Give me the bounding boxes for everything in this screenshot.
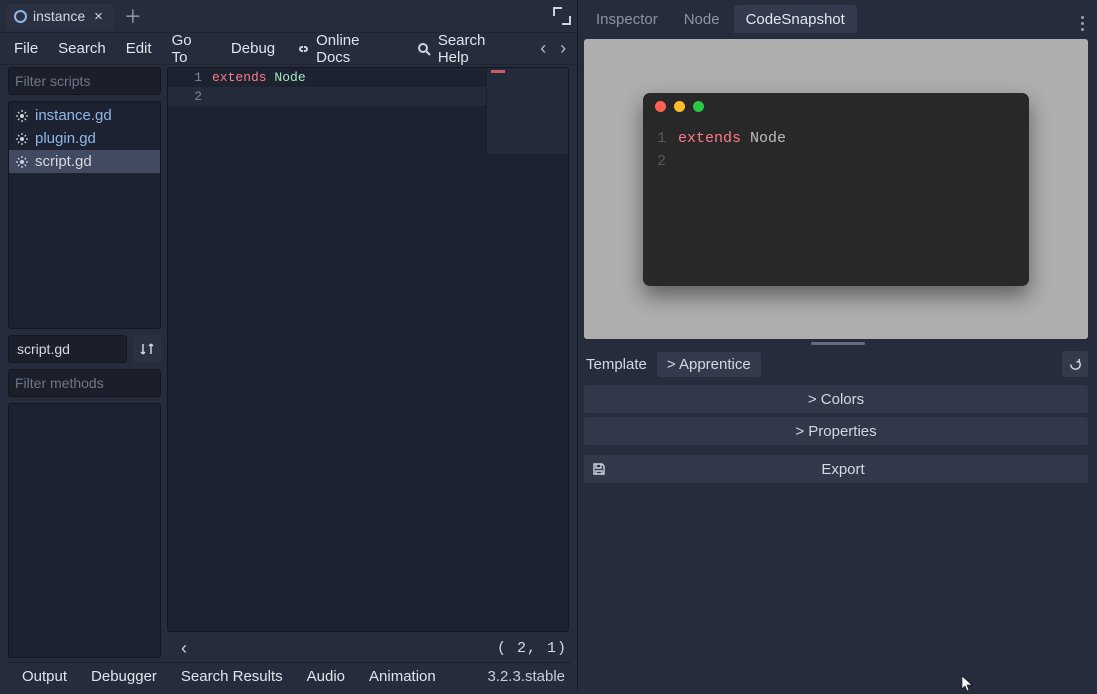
dock-tab[interactable]: CodeSnapshot [734, 5, 857, 33]
document-tab-label: instance [33, 8, 85, 24]
history-back-button[interactable]: ‹ [535, 38, 551, 60]
dock-tab[interactable]: Node [672, 5, 732, 33]
script-list-item[interactable]: script.gd [9, 150, 160, 173]
link-icon [295, 42, 311, 56]
preview-code-line: 2 [657, 150, 1015, 173]
history-forward-button[interactable]: › [555, 38, 571, 60]
new-tab-button[interactable]: ＋ [124, 3, 142, 29]
dock-menu-icon[interactable] [1073, 13, 1091, 33]
resize-handle[interactable] [578, 339, 1097, 347]
menu-debug[interactable]: Debug [223, 36, 283, 61]
template-reset-button[interactable] [1062, 351, 1088, 377]
version-label: 3.2.3.stable [487, 668, 565, 685]
line-number: 1 [168, 68, 212, 87]
bottom-panel-tab[interactable]: Debugger [81, 666, 167, 687]
template-label: Template [586, 356, 647, 373]
preview-code-line: 1extends Node [657, 127, 1015, 150]
fullscreen-icon[interactable] [553, 7, 571, 25]
script-name: plugin.gd [35, 130, 96, 147]
menu-search-help[interactable]: Search Help [409, 28, 528, 70]
line-number: 1 [657, 130, 666, 147]
colors-section[interactable]: > Colors [584, 385, 1088, 413]
sort-methods-button[interactable] [133, 335, 161, 363]
preview-window: 1extends Node 2 [643, 93, 1029, 286]
gear-icon [15, 132, 29, 146]
code-snapshot-preview: 1extends Node 2 [584, 39, 1088, 339]
script-list-item[interactable]: instance.gd [9, 104, 160, 127]
minimap[interactable] [486, 68, 568, 154]
save-icon [592, 462, 606, 476]
menu-online-docs[interactable]: Online Docs [287, 28, 405, 70]
bottom-panel-tab[interactable]: Output [12, 666, 77, 687]
chevron-left-icon[interactable]: ‹ [181, 638, 187, 659]
script-name: script.gd [35, 153, 92, 170]
template-select[interactable]: > Apprentice [657, 352, 761, 377]
line-number: 2 [657, 153, 666, 170]
bottom-panel-tab[interactable]: Audio [297, 666, 355, 687]
properties-section[interactable]: > Properties [584, 417, 1088, 445]
document-tab[interactable]: instance × [6, 4, 114, 29]
bottom-panel-tab[interactable]: Animation [359, 666, 446, 687]
script-sidebar: ⌕ instance.gd plugin.gd script.gd script.g… [0, 65, 165, 662]
menu-file[interactable]: File [6, 36, 46, 61]
export-button[interactable]: Export [584, 455, 1088, 483]
gear-icon [15, 109, 29, 123]
script-list-item[interactable]: plugin.gd [9, 127, 160, 150]
code-editor[interactable]: 1extends Node2 [167, 67, 569, 632]
menu-edit[interactable]: Edit [118, 36, 160, 61]
bottom-panel-tab[interactable]: Search Results [171, 666, 293, 687]
scene-icon [14, 10, 27, 23]
traffic-light-min-icon [674, 101, 685, 112]
filter-scripts-input[interactable]: ⌕ [8, 67, 161, 95]
preview-code: 1extends Node 2 [643, 121, 1029, 179]
script-menubar: File Search Edit Go To Debug Online Docs… [0, 33, 577, 65]
gear-icon [15, 155, 29, 169]
bottom-panel: OutputDebuggerSearch ResultsAudioAnimati… [6, 662, 571, 690]
dock-tabs: InspectorNodeCodeSnapshot [578, 0, 1097, 33]
help-icon [417, 42, 433, 56]
traffic-light-max-icon [693, 101, 704, 112]
menu-goto[interactable]: Go To [164, 28, 219, 70]
close-icon[interactable]: × [91, 8, 106, 25]
code-status-bar: ‹ ( 2, 1) [165, 634, 577, 662]
dock-tab[interactable]: Inspector [584, 5, 670, 33]
script-list: instance.gd plugin.gd script.gd [8, 101, 161, 329]
method-list [8, 403, 161, 658]
template-row: Template > Apprentice [578, 347, 1097, 381]
traffic-light-close-icon [655, 101, 666, 112]
current-script-name[interactable]: script.gd [8, 335, 127, 363]
menu-search[interactable]: Search [50, 36, 114, 61]
line-number: 2 [168, 87, 212, 106]
caret-position: ( 2, 1) [497, 640, 567, 657]
script-name: instance.gd [35, 107, 112, 124]
filter-methods-input[interactable]: ⌕ [8, 369, 161, 397]
